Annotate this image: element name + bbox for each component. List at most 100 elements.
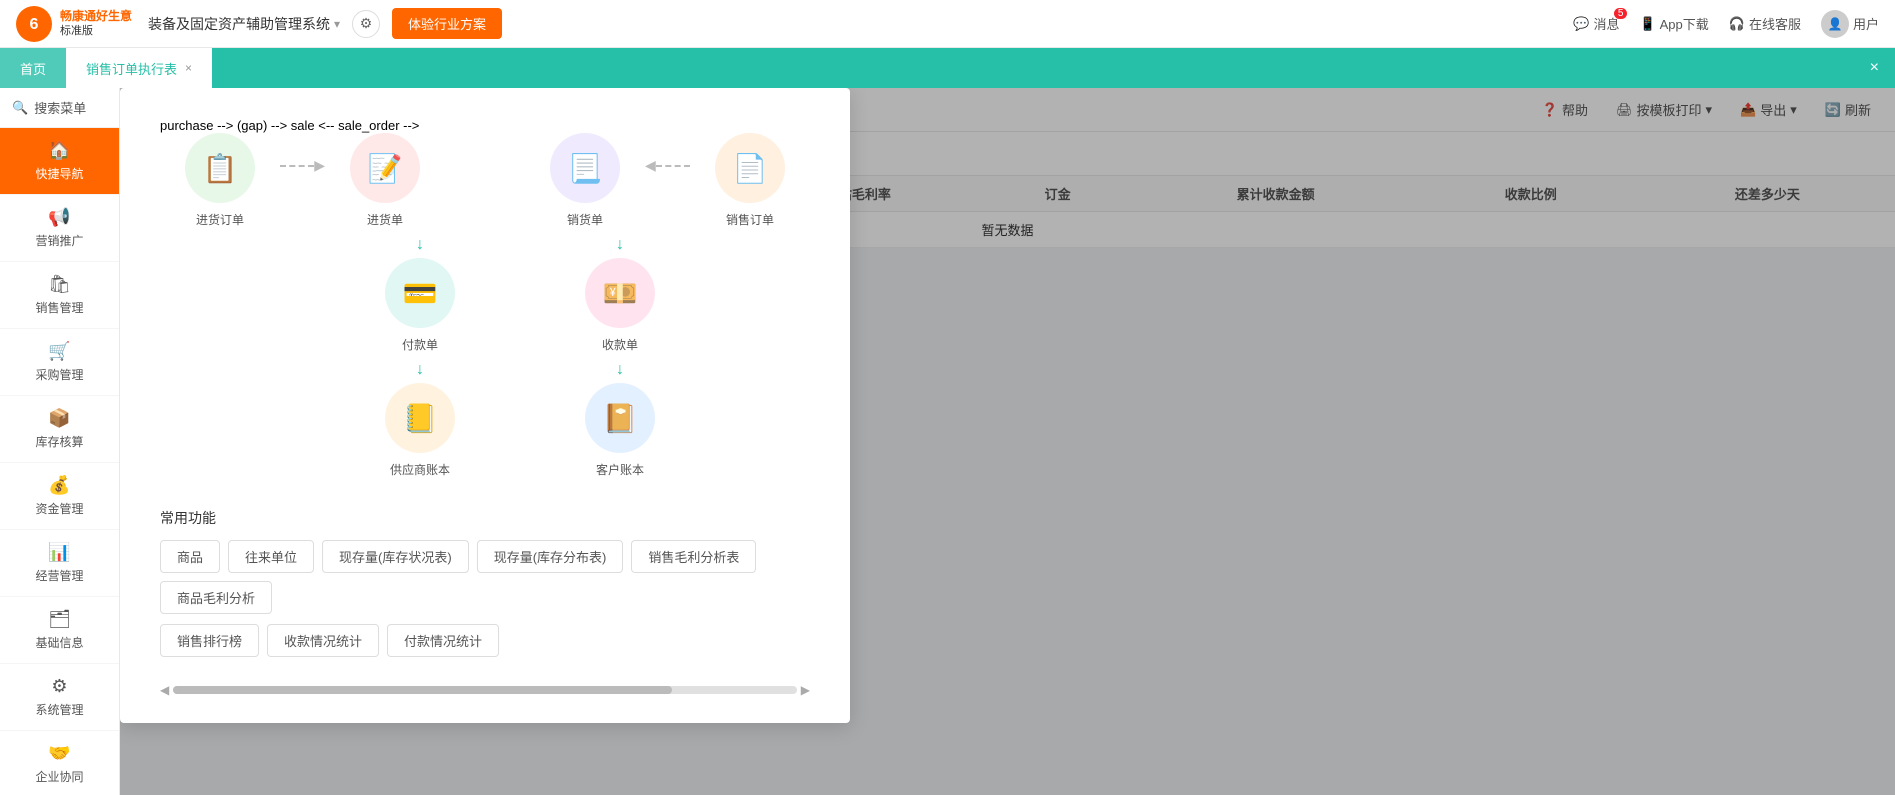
btn-payment-stats[interactable]: 付款情况统计: [387, 624, 499, 657]
tab-home[interactable]: 首页: [0, 48, 66, 88]
close-all-tabs-button[interactable]: ×: [1870, 59, 1879, 77]
sidebar-search[interactable]: 🔍 搜索菜单: [0, 88, 119, 128]
brand-name: 畅康通好生意: [60, 9, 132, 25]
sidebar-item-finance[interactable]: 💰 资金管理: [0, 463, 119, 530]
quick-nav-modal: purchase --> (gap) --> sale <-- sale_ord…: [120, 88, 850, 723]
sidebar-item-label: 采购管理: [35, 366, 83, 383]
btn-partners[interactable]: 往来单位: [228, 540, 314, 573]
scroll-right-icon[interactable]: ▶: [801, 683, 810, 697]
supplier-ledger-label: 供应商账本: [390, 461, 450, 478]
flow-node-purchase-order[interactable]: 📋 进货订单: [160, 133, 280, 228]
service-icon: 🎧: [1729, 16, 1745, 32]
flow-node-customer-ledger[interactable]: 📔 客户账本: [560, 383, 680, 478]
btn-goods-gross[interactable]: 商品毛利分析: [160, 581, 272, 614]
receipt-arrow-col: ↓: [560, 357, 680, 383]
collab-icon: 🤝: [48, 743, 70, 764]
main-layout: 🔍 搜索菜单 🏠 快捷导航 📢 营销推广 🛍 销售管理 🛒 采购管理 📦 库存核…: [0, 88, 1895, 795]
btn-goods[interactable]: 商品: [160, 540, 220, 573]
purchase-order-icon: 📋: [203, 152, 238, 185]
top-bar: 6 畅康通好生意 标准版 装备及固定资产辅助管理系统 ▾ ⚙ 体验行业方案 💬 …: [0, 0, 1895, 48]
supplier-ledger-circle: 📒: [385, 383, 455, 453]
sidebar-item-quick-nav[interactable]: 🏠 快捷导航: [0, 128, 119, 195]
btn-sales-ranking[interactable]: 销售排行榜: [160, 624, 259, 657]
arrow-so-to-s: ◀: [645, 157, 690, 174]
tab-close-icon[interactable]: ×: [185, 61, 192, 75]
sidebar-item-label: 系统管理: [35, 701, 83, 718]
sidebar-item-label: 销售管理: [35, 299, 83, 316]
receipt-icon: 💴: [603, 277, 638, 310]
sale-label: 销货单: [567, 211, 603, 228]
message-button[interactable]: 💬 消息 5: [1573, 14, 1619, 33]
home-icon: 🏠: [48, 140, 70, 161]
inventory-icon: 📦: [48, 408, 70, 429]
scrollbar-track[interactable]: [173, 686, 797, 694]
brand-sub: 标准版: [60, 24, 132, 38]
user-menu-button[interactable]: 👤 用户: [1821, 10, 1879, 38]
payment-icon: 💳: [403, 277, 438, 310]
arrow-down-receipt: ↓: [585, 361, 655, 379]
chevron-down-icon: ▾: [334, 17, 340, 31]
btn-receipt-stats[interactable]: 收款情况统计: [267, 624, 379, 657]
basic-info-icon: 🗂: [48, 609, 71, 630]
scrollbar-thumb: [173, 686, 672, 694]
payment-arrow-col: ↓: [360, 357, 480, 383]
sidebar-item-label: 企业协同: [35, 768, 83, 785]
arrow-po-to-p: ▶: [280, 157, 325, 174]
sidebar-item-label: 快捷导航: [35, 165, 83, 182]
btn-stock-distribution[interactable]: 现存量(库存分布表): [477, 540, 624, 573]
arrow-left-icon: ◀: [645, 157, 656, 174]
sidebar-item-marketing[interactable]: 📢 营销推广: [0, 195, 119, 262]
app-download-button[interactable]: 📱 App下载: [1639, 14, 1708, 33]
modal-overlay[interactable]: purchase --> (gap) --> sale <-- sale_ord…: [120, 88, 1895, 795]
sidebar-item-collab[interactable]: 🤝 企业协同: [0, 731, 119, 795]
tab-sales-order-label: 销售订单执行表: [86, 59, 177, 78]
sidebar-item-label: 营销推广: [35, 232, 83, 249]
system-title: 装备及固定资产辅助管理系统: [148, 14, 330, 34]
sidebar-item-system[interactable]: ⚙ 系统管理: [0, 664, 119, 731]
flow-node-purchase[interactable]: 📝 进货单: [325, 133, 445, 228]
tab-sales-order-execution[interactable]: 销售订单执行表 ×: [66, 48, 212, 88]
customer-ledger-icon: 📔: [603, 402, 638, 435]
common-buttons-row1: 商品 往来单位 现存量(库存状况表) 现存量(库存分布表) 销售毛利分析表 商品…: [160, 540, 810, 614]
sidebar-item-purchase[interactable]: 🛒 采购管理: [0, 329, 119, 396]
sidebar-item-label: 基础信息: [35, 634, 83, 651]
logo-icon: 6: [16, 6, 52, 42]
payment-circle: 💳: [385, 258, 455, 328]
trial-button[interactable]: 体验行业方案: [392, 8, 502, 39]
common-buttons-row2: 销售排行榜 收款情况统计 付款情况统计: [160, 624, 810, 657]
marketing-icon: 📢: [48, 207, 70, 228]
sale-circle: 📃: [550, 133, 620, 203]
customer-ledger-circle: 📔: [585, 383, 655, 453]
sidebar-item-sales[interactable]: 🛍 销售管理: [0, 262, 119, 329]
system-title-area[interactable]: 装备及固定资产辅助管理系统 ▾: [148, 14, 340, 34]
flow-node-sale-order[interactable]: 📄 销售订单: [690, 133, 810, 228]
sidebar-search-label: 搜索菜单: [34, 98, 86, 117]
sidebar-item-label: 经营管理: [35, 567, 83, 584]
purchase-icon: 🛒: [48, 341, 70, 362]
flow-node-sale[interactable]: 📃 销货单: [525, 133, 645, 228]
btn-sales-gross[interactable]: 销售毛利分析表: [631, 540, 756, 573]
sidebar-item-operations[interactable]: 📊 经营管理: [0, 530, 119, 597]
sales-icon: 🛍: [48, 274, 71, 295]
sidebar-item-basic-info[interactable]: 🗂 基础信息: [0, 597, 119, 664]
online-service-button[interactable]: 🎧 在线客服: [1729, 14, 1801, 33]
flow-node-receipt[interactable]: 💴 收款单: [560, 258, 680, 353]
supplier-ledger-icon: 📒: [403, 402, 438, 435]
arrow-down-payment: ↓: [385, 361, 455, 379]
btn-stock-status[interactable]: 现存量(库存状况表): [322, 540, 469, 573]
scroll-left-icon[interactable]: ◀: [160, 683, 169, 697]
flow-node-payment[interactable]: 💳 付款单: [360, 258, 480, 353]
common-functions-section: 常用功能 商品 往来单位 现存量(库存状况表) 现存量(库存分布表) 销售毛利分…: [120, 498, 850, 677]
flow-diagram-section: purchase --> (gap) --> sale <-- sale_ord…: [120, 88, 850, 498]
arrow-down-purchase: ↓: [385, 236, 455, 254]
modal-scrollbar: ◀ ▶: [120, 677, 850, 703]
tab-home-label: 首页: [20, 59, 46, 78]
purchase-icon: 📝: [368, 152, 403, 185]
payment-label: 付款单: [402, 336, 438, 353]
message-badge: 5: [1614, 8, 1628, 19]
sidebar-item-inventory[interactable]: 📦 库存核算: [0, 396, 119, 463]
purchase-circle: 📝: [350, 133, 420, 203]
settings-gear-button[interactable]: ⚙: [352, 10, 380, 38]
flow-node-supplier-ledger[interactable]: 📒 供应商账本: [360, 383, 480, 478]
sale-arrow-col: ↓: [560, 232, 680, 258]
